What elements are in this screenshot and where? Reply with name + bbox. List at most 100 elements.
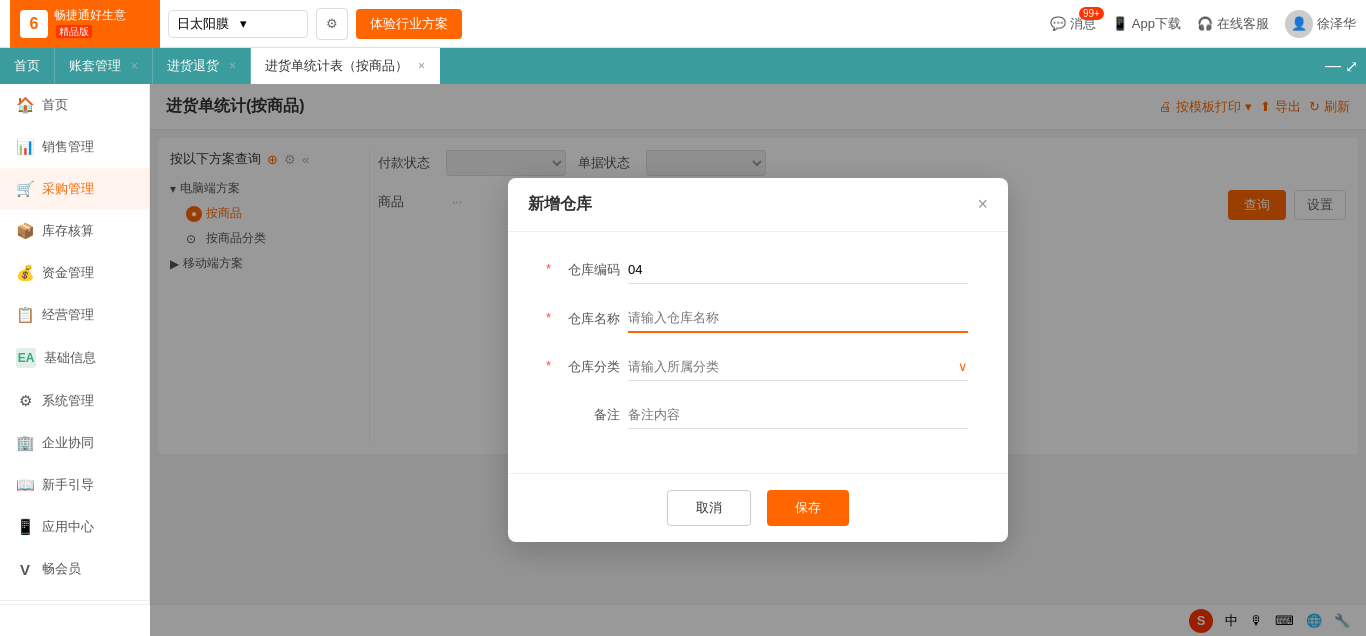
sidebar-label-system: 系统管理 — [42, 392, 94, 410]
settings-button[interactable]: ⚙ — [316, 8, 348, 40]
username: 徐泽华 — [1317, 15, 1356, 33]
app-label: App下载 — [1132, 15, 1181, 33]
sidebar-label-home: 首页 — [42, 96, 68, 114]
tab-home-label: 首页 — [14, 57, 40, 75]
tab-account-label: 账套管理 — [69, 57, 121, 75]
member-icon: V — [16, 560, 34, 578]
trial-button[interactable]: 体验行业方案 — [356, 9, 462, 39]
guide-icon: 📖 — [16, 476, 34, 494]
dialog-close-button[interactable]: × — [977, 194, 988, 215]
new-warehouse-dialog: 新增仓库 × 仓库编码 仓库名称 — [508, 178, 1008, 542]
app-download-item[interactable]: 📱 App下载 — [1112, 15, 1181, 33]
sidebar-item-base[interactable]: EA 基础信息 — [0, 336, 149, 380]
home-icon: 🏠 — [16, 96, 34, 114]
dialog-footer: 取消 保存 — [508, 473, 1008, 542]
note-input[interactable] — [628, 401, 968, 429]
purchase-icon: 🛒 — [16, 180, 34, 198]
message-badge: 99+ — [1079, 7, 1104, 20]
tab-purchase-stats-label: 进货单统计表（按商品） — [265, 57, 408, 75]
base-icon: EA — [16, 348, 36, 368]
code-input[interactable] — [628, 256, 968, 284]
sidebar-label-member: 畅会员 — [42, 560, 81, 578]
sidebar-item-system[interactable]: ⚙ 系统管理 — [0, 380, 149, 422]
category-select-row[interactable]: ∨ — [628, 353, 968, 381]
tab-account[interactable]: 账套管理 × — [55, 48, 153, 84]
content-area: 进货单统计(按商品) 🖨 按模板打印 ▾ ⬆ 导出 ↻ 刷新 — [150, 84, 1366, 636]
avatar: 👤 — [1285, 10, 1313, 38]
category-chevron-icon: ∨ — [958, 359, 968, 374]
sidebar-item-inventory[interactable]: 📦 库存核算 — [0, 210, 149, 252]
sidebar-label-operations: 经营管理 — [42, 306, 94, 324]
message-item[interactable]: 💬 消息 99+ — [1050, 15, 1096, 33]
tab-account-close[interactable]: × — [131, 59, 138, 73]
service-label: 在线客服 — [1217, 15, 1269, 33]
name-label: 仓库名称 — [548, 310, 628, 328]
form-row-name: 仓库名称 — [548, 304, 968, 333]
dialog-header: 新增仓库 × — [508, 178, 1008, 232]
tab-purchase-return-label: 进货退货 — [167, 57, 219, 75]
phone-icon: 📱 — [1112, 16, 1128, 31]
enterprise-icon: 🏢 — [16, 434, 34, 452]
operations-icon: 📋 — [16, 306, 34, 324]
sidebar: 🏠 首页 📊 销售管理 🛒 采购管理 📦 库存核算 💰 资金管理 📋 经营管理 … — [0, 84, 150, 636]
sidebar-item-guide[interactable]: 📖 新手引导 — [0, 464, 149, 506]
tab-bar: 首页 账套管理 × 进货退货 × 进货单统计表（按商品） × — ⤢ — [0, 48, 1366, 84]
form-row-note: 备注 — [548, 401, 968, 429]
tab-home[interactable]: 首页 — [0, 48, 55, 84]
tab-purchase-return-close[interactable]: × — [229, 59, 236, 73]
logo-area: 6 畅捷通好生意 精品版 — [10, 0, 160, 48]
sidebar-label-base: 基础信息 — [44, 349, 96, 367]
store-name: 日太阳膜 — [177, 15, 236, 33]
user-item[interactable]: 👤 徐泽华 — [1285, 10, 1356, 38]
sidebar-label-purchase: 采购管理 — [42, 180, 94, 198]
cancel-button[interactable]: 取消 — [667, 490, 751, 526]
tab-purchase-stats-close[interactable]: × — [418, 59, 425, 73]
online-service-item[interactable]: 🎧 在线客服 — [1197, 15, 1269, 33]
sidebar-item-app[interactable]: 📱 应用中心 — [0, 506, 149, 548]
chevron-down-icon: ▾ — [240, 16, 299, 31]
save-button[interactable]: 保存 — [767, 490, 849, 526]
sidebar-item-sales[interactable]: 📊 销售管理 — [0, 126, 149, 168]
sidebar-label-finance: 资金管理 — [42, 264, 94, 282]
name-input[interactable] — [628, 304, 968, 333]
dialog-body: 仓库编码 仓库名称 仓库分类 — [508, 232, 1008, 473]
logo-text: 畅捷通好生意 精品版 — [54, 8, 126, 39]
tab-controls: — ⤢ — [1317, 57, 1366, 76]
sidebar-item-finance[interactable]: 💰 资金管理 — [0, 252, 149, 294]
top-right: 💬 消息 99+ 📱 App下载 🎧 在线客服 👤 徐泽华 — [1050, 10, 1356, 38]
message-icon: 💬 — [1050, 16, 1066, 31]
top-bar: 6 畅捷通好生意 精品版 日太阳膜 ▾ ⚙ 体验行业方案 💬 消息 99+ 📱 … — [0, 0, 1366, 48]
form-row-code: 仓库编码 — [548, 256, 968, 284]
headset-icon: 🎧 — [1197, 16, 1213, 31]
tab-expand-icon[interactable]: ⤢ — [1345, 57, 1358, 76]
form-row-category: 仓库分类 ∨ — [548, 353, 968, 381]
logo-badge: 精品版 — [56, 25, 92, 38]
sales-icon: 📊 — [16, 138, 34, 156]
store-selector[interactable]: 日太阳膜 ▾ — [168, 10, 308, 38]
sidebar-label-guide: 新手引导 — [42, 476, 94, 494]
main-layout: 🏠 首页 📊 销售管理 🛒 采购管理 📦 库存核算 💰 资金管理 📋 经营管理 … — [0, 84, 1366, 636]
system-icon: ⚙ — [16, 392, 34, 410]
sidebar-label-enterprise: 企业协同 — [42, 434, 94, 452]
sidebar-item-operations[interactable]: 📋 经营管理 — [0, 294, 149, 336]
sidebar-item-home[interactable]: 🏠 首页 — [0, 84, 149, 126]
sidebar-label-sales: 销售管理 — [42, 138, 94, 156]
category-label: 仓库分类 — [548, 358, 628, 376]
category-input[interactable] — [628, 359, 958, 374]
finance-icon: 💰 — [16, 264, 34, 282]
sidebar-label-inventory: 库存核算 — [42, 222, 94, 240]
dialog-overlay: 新增仓库 × 仓库编码 仓库名称 — [150, 84, 1366, 636]
sidebar-label-app: 应用中心 — [42, 518, 94, 536]
tab-purchase-return[interactable]: 进货退货 × — [153, 48, 251, 84]
inventory-icon: 📦 — [16, 222, 34, 240]
sidebar-item-purchase[interactable]: 🛒 采购管理 — [0, 168, 149, 210]
logo-icon: 6 — [20, 10, 48, 38]
sidebar-item-member[interactable]: V 畅会员 — [0, 548, 149, 590]
note-label: 备注 — [548, 406, 628, 424]
tab-minimize-icon[interactable]: — — [1325, 57, 1341, 75]
sidebar-item-enterprise[interactable]: 🏢 企业协同 — [0, 422, 149, 464]
code-label: 仓库编码 — [548, 261, 628, 279]
app-icon: 📱 — [16, 518, 34, 536]
tab-purchase-stats[interactable]: 进货单统计表（按商品） × — [251, 48, 440, 84]
dialog-title: 新增仓库 — [528, 194, 592, 215]
